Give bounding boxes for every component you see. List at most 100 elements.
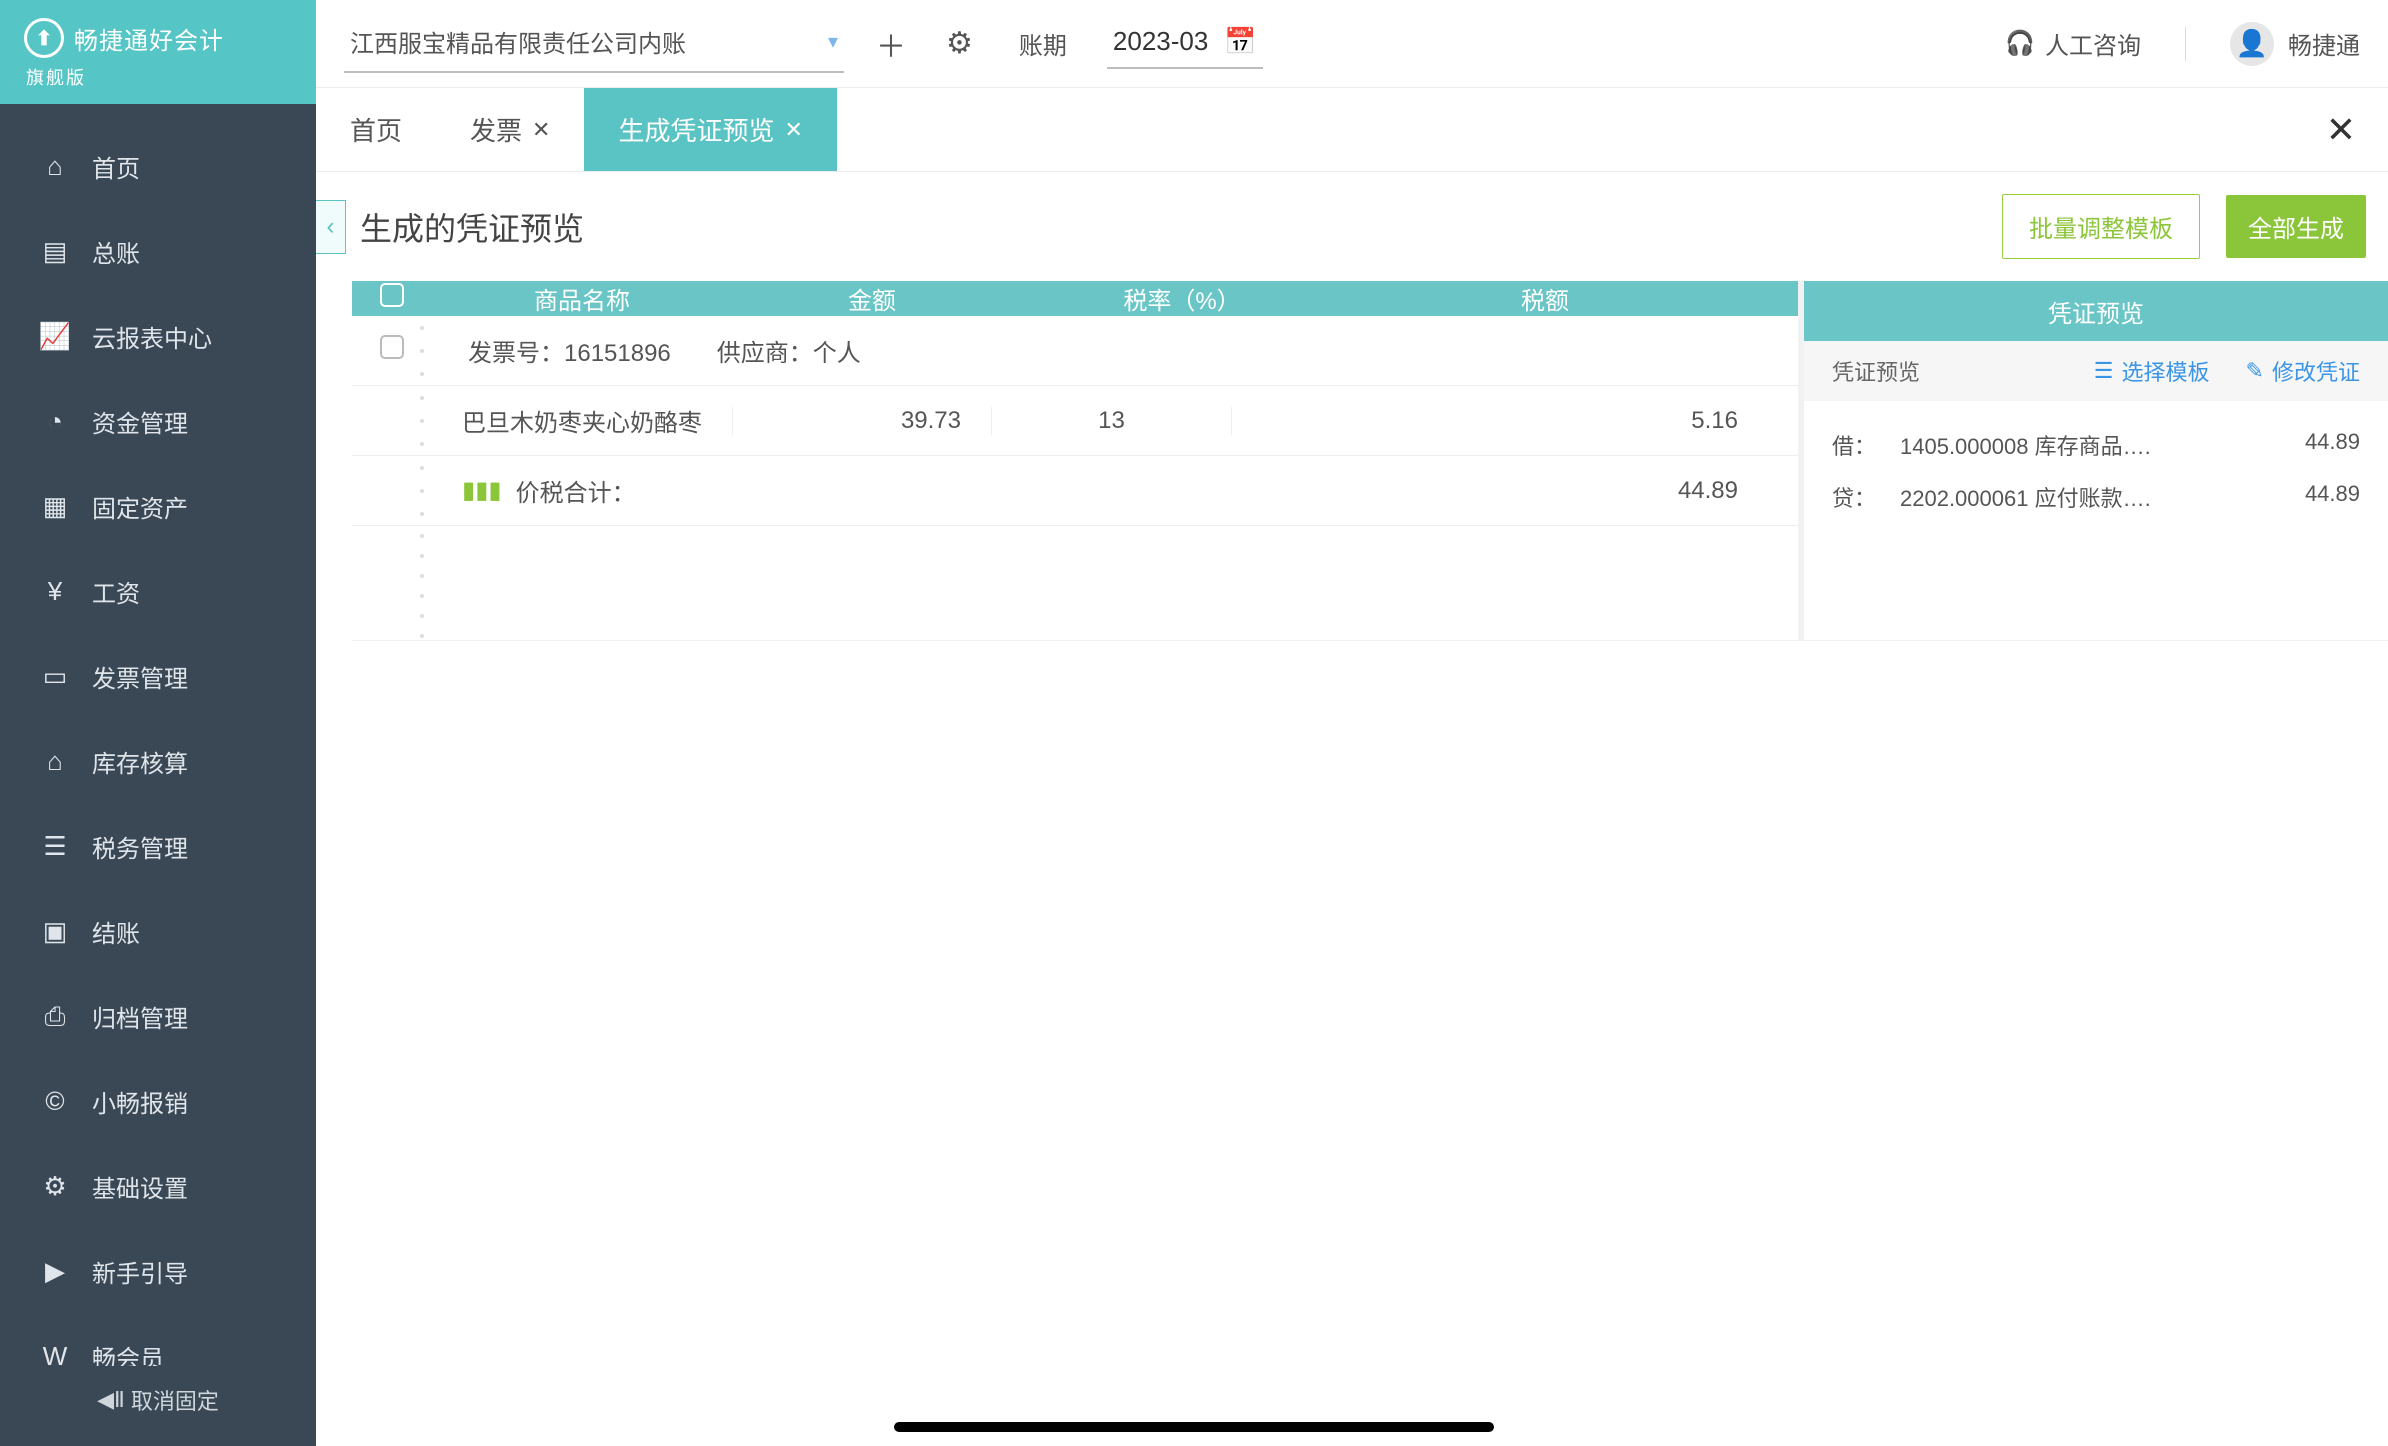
edit-voucher-label: 修改凭证 — [2272, 355, 2360, 387]
cell-name: 巴旦木奶枣夹心奶酪枣 — [432, 403, 732, 438]
cell-tax: 5.16 — [1232, 407, 1798, 435]
list-icon: ☰ — [2094, 358, 2114, 384]
sidebar-item-label: 结账 — [92, 914, 140, 949]
sidebar-item-funds[interactable]: ◔资金管理 — [0, 379, 316, 464]
calendar-icon: 📅 — [1224, 26, 1256, 57]
sidebar-item-label: 新手引导 — [92, 1254, 188, 1289]
sidebar-item-label: 固定资产 — [92, 489, 188, 524]
home-icon: ⌂ — [40, 152, 70, 182]
period-label: 账期 — [1019, 26, 1067, 61]
close-icon[interactable]: ✕ — [784, 117, 802, 143]
supplier-label: 供应商： — [717, 340, 813, 367]
building-icon: ▦ — [40, 492, 70, 522]
collapse-button[interactable]: ‹ — [316, 200, 346, 254]
gear-icon: ⚙ — [40, 1172, 70, 1202]
avatar-icon: 👤 — [2230, 22, 2274, 66]
sidebar-item-settings[interactable]: ⚙基础设置 — [0, 1144, 316, 1229]
edit-icon: ✎ — [2246, 358, 2264, 384]
sidebar-item-label: 工资 — [92, 574, 140, 609]
settings-button[interactable]: ⚙ — [938, 18, 981, 69]
tax-icon: ☰ — [40, 832, 70, 862]
voucher-entry: 贷： 2202.000061 应付账款…. 44.89 — [1832, 471, 2360, 523]
select-template-label: 选择模板 — [2122, 355, 2210, 387]
entry-amount: 44.89 — [2270, 429, 2360, 461]
username: 畅捷通 — [2288, 26, 2360, 61]
company-select[interactable]: 江西服宝精品有限责任公司内账 ▾ — [344, 14, 844, 73]
entry-amount: 44.89 — [2270, 481, 2360, 513]
cell-rate: 13 — [992, 407, 1232, 435]
tabbar: 首页 发票 ✕ 生成凭证预览 ✕ ✕ — [316, 88, 2388, 172]
sidebar-item-guide[interactable]: ▶ 新手引导 — [0, 1229, 316, 1314]
receipt-icon: © — [40, 1087, 70, 1117]
voucher-preview-pane: 凭证预览 凭证预览 ☰选择模板 ✎修改凭证 借： 1405.000008 库存商… — [1798, 281, 2388, 640]
sidebar-item-assets[interactable]: ▦ 固定资产 — [0, 464, 316, 549]
sidebar-item-tax[interactable]: ☰ 税务管理 — [0, 804, 316, 889]
voucher-entry: 借： 1405.000008 库存商品…. 44.89 — [1832, 419, 2360, 471]
row-checkbox[interactable] — [380, 335, 404, 359]
select-all-checkbox[interactable] — [380, 283, 404, 307]
edit-voucher-link[interactable]: ✎ 修改凭证 — [2246, 355, 2360, 387]
sidebar-item-salary[interactable]: ¥工资 — [0, 549, 316, 634]
user-menu[interactable]: 👤 畅捷通 — [2230, 22, 2360, 66]
sidebar-item-home[interactable]: ⌂ 首页 — [0, 124, 316, 209]
period-value: 2023-03 — [1113, 26, 1208, 57]
total-row: ▮▮▮价税合计： 44.89 — [352, 456, 1798, 526]
close-all-tabs[interactable]: ✕ — [2306, 101, 2376, 159]
sidebar-item-close[interactable]: ▣ 结账 — [0, 889, 316, 974]
sidebar-item-ledger[interactable]: ▤ 总账 — [0, 209, 316, 294]
period-select[interactable]: 2023-03 📅 — [1107, 18, 1263, 69]
sidebar-item-reimburse[interactable]: ©小畅报销 — [0, 1059, 316, 1144]
sidebar-unpin[interactable]: ◀Ⅱ 取消固定 — [0, 1366, 316, 1446]
th-rate: 税率（%） — [1012, 281, 1352, 316]
sidebar-item-archive[interactable]: ⎙ 归档管理 — [0, 974, 316, 1059]
warehouse-icon: ⌂ — [40, 747, 70, 777]
invoice-table: 商品名称 金额 税率（%） 税额 发票号：16151896 供应商：个人 — [352, 281, 1798, 640]
member-icon: W — [40, 1342, 70, 1367]
entry-side: 借： — [1832, 429, 1876, 461]
select-template-link[interactable]: ☰ 选择模板 — [2094, 355, 2210, 387]
tab-invoice[interactable]: 发票 ✕ — [436, 88, 584, 171]
voucher-head: 凭证预览 — [1804, 281, 2388, 341]
sidebar-item-label: 畅会员 — [92, 1339, 164, 1366]
sidebar-item-report[interactable]: 📈云报表中心 — [0, 294, 316, 379]
divider — [2185, 27, 2186, 61]
generate-all-button[interactable]: 全部生成 — [2226, 195, 2366, 258]
close-icon[interactable]: ✕ — [532, 117, 550, 143]
supplier: 个人 — [813, 340, 861, 367]
tab-voucher-preview[interactable]: 生成凭证预览 ✕ — [584, 88, 836, 171]
support-link[interactable]: 🎧 人工咨询 — [2005, 26, 2141, 61]
unpin-icon: ◀Ⅱ — [97, 1387, 125, 1413]
sidebar-item-label: 资金管理 — [92, 404, 188, 439]
tab-label: 发票 — [470, 111, 522, 148]
invoice-icon: ▭ — [40, 662, 70, 692]
tab-home[interactable]: 首页 — [316, 88, 436, 171]
sidebar-item-label: 归档管理 — [92, 999, 188, 1034]
sidebar: ⬆ 畅捷通好会计 旗舰版 ⌂首页 ▤总账 📈云报表中心 ◔资金管理 ▦固定资产 … — [0, 0, 316, 1446]
chevron-down-icon: ▾ — [828, 29, 838, 54]
tab-label: 生成凭证预览 — [618, 111, 774, 148]
sidebar-item-label: 首页 — [92, 149, 140, 184]
sidebar-item-inventory[interactable]: ⌂ 库存核算 — [0, 719, 316, 804]
sidebar-item-label: 库存核算 — [92, 744, 188, 779]
sidebar-item-member[interactable]: W 畅会员 — [0, 1314, 316, 1366]
batch-adjust-button[interactable]: 批量调整模板 — [2002, 194, 2200, 259]
tab-label: 首页 — [350, 111, 402, 148]
entry-account: 2202.000061 应付账款…. — [1900, 481, 2246, 513]
topbar: 江西服宝精品有限责任公司内账 ▾ ＋ ⚙ 账期 2023-03 📅 🎧 人工咨询… — [316, 0, 2388, 88]
total-label: 价税合计： — [516, 473, 636, 508]
lock-icon: ▣ — [40, 917, 70, 947]
ledger-icon: ▤ — [40, 237, 70, 267]
voucher-entries: 借： 1405.000008 库存商品…. 44.89 贷： 2202.0000… — [1804, 401, 2388, 541]
chart-icon: 📈 — [40, 322, 70, 352]
sidebar-item-label: 发票管理 — [92, 659, 188, 694]
invoice-info-row: 发票号：16151896 供应商：个人 — [352, 316, 1798, 386]
logo-block: ⬆ 畅捷通好会计 旗舰版 — [0, 0, 316, 104]
sidebar-item-invoice[interactable]: ▭ 发票管理 — [0, 634, 316, 719]
invoice-no: 16151896 — [564, 340, 671, 367]
sidebar-item-label: 总账 — [92, 234, 140, 269]
play-icon: ▶ — [40, 1257, 70, 1287]
sidebar-item-label: 税务管理 — [92, 829, 188, 864]
table-header: 商品名称 金额 税率（%） 税额 — [352, 281, 1798, 316]
add-button[interactable]: ＋ — [868, 14, 914, 74]
archive-icon: ⎙ — [40, 1002, 70, 1032]
